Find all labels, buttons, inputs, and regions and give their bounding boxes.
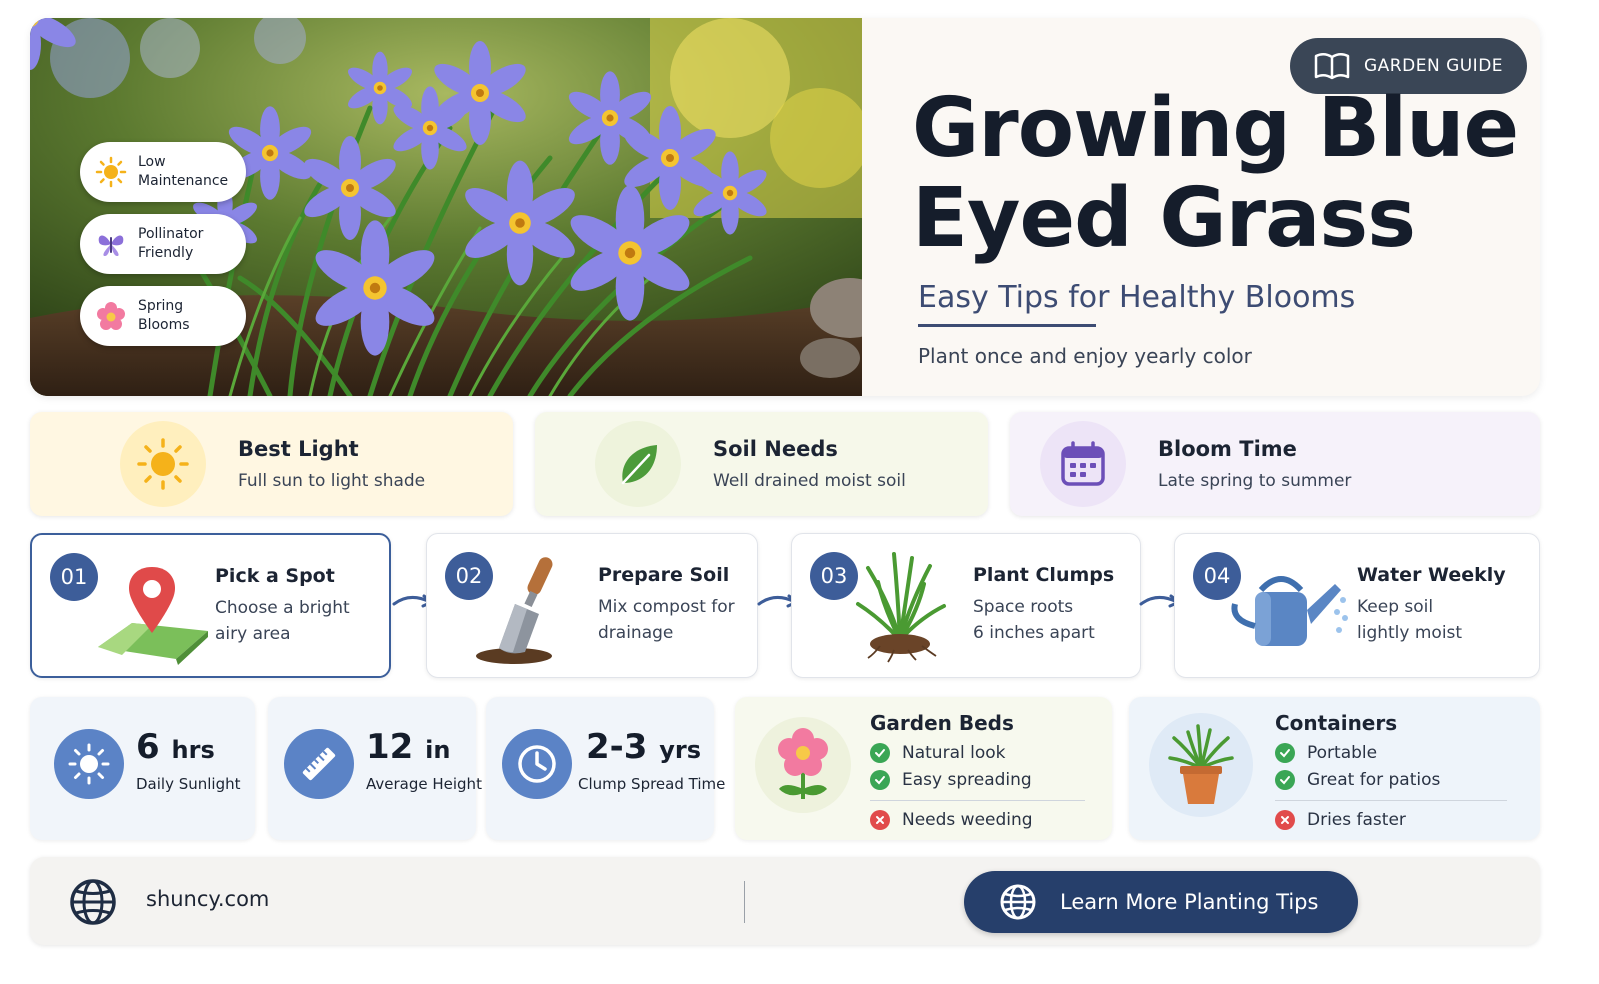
info-soil-needs: Soil Needs Well drained moist soil xyxy=(535,412,988,516)
stat-label: Clump Spread Time xyxy=(578,775,726,793)
info-desc: Late spring to summer xyxy=(1158,471,1352,491)
footer: shuncy.com Learn More Planting Tips xyxy=(30,857,1540,945)
info-title: Bloom Time xyxy=(1158,437,1297,461)
badge-pollinator-friendly: Pollinator Friendly xyxy=(80,214,246,274)
divider xyxy=(744,881,745,923)
page-title: Growing Blue Eyed Grass xyxy=(912,81,1519,266)
pro-item: Natural look xyxy=(870,743,1005,763)
divider xyxy=(870,800,1085,801)
stat-clump-spread-time: 2-3 yrs Clump Spread Time xyxy=(486,697,725,840)
leaf-icon xyxy=(595,421,681,507)
compare-garden-beds: Garden Beds Natural look Easy spreading … xyxy=(735,697,1112,840)
map-pin-icon xyxy=(92,559,212,673)
cross-icon xyxy=(870,810,890,830)
check-icon xyxy=(1275,743,1295,763)
stat-average-height: 12 in Average Height xyxy=(268,697,482,840)
sun-icon xyxy=(94,155,128,189)
page-subtitle: Easy Tips for Healthy Blooms xyxy=(918,280,1356,315)
step-water-weekly: 04 Water Weekly Keep soil lightly moist xyxy=(1174,533,1540,678)
check-icon xyxy=(870,743,890,763)
watering-can-icon xyxy=(1231,560,1351,664)
sun-icon xyxy=(120,421,206,507)
butterfly-icon xyxy=(94,227,128,261)
stat-value: 2-3 yrs xyxy=(586,727,702,767)
stat-daily-sunlight: 6 hrs Daily Sunlight xyxy=(30,697,255,840)
compare-title: Containers xyxy=(1275,711,1398,735)
calendar-icon xyxy=(1040,421,1126,507)
stat-value: 6 hrs xyxy=(136,727,215,767)
site-link[interactable]: shuncy.com xyxy=(146,887,269,911)
sun-icon xyxy=(54,729,124,799)
tagline: Plant once and enjoy yearly color xyxy=(918,344,1252,368)
badge-low-maintenance: Low Maintenance xyxy=(80,142,246,202)
learn-more-button[interactable]: Learn More Planting Tips xyxy=(964,871,1358,933)
info-desc: Full sun to light shade xyxy=(238,471,426,491)
clock-icon xyxy=(502,729,572,799)
check-icon xyxy=(870,770,890,790)
con-item: Dries faster xyxy=(1275,810,1406,830)
badge-label: Pollinator Friendly xyxy=(138,226,204,261)
cta-label: Learn More Planting Tips xyxy=(1060,890,1319,914)
ruler-icon xyxy=(284,729,354,799)
step-prepare-soil: 02 Prepare Soil Mix compost for drainage xyxy=(426,533,758,678)
info-best-light: Best Light Full sun to light shade xyxy=(30,412,513,516)
step-desc: Choose a bright airy area xyxy=(215,598,350,644)
divider xyxy=(1275,800,1507,801)
cross-icon xyxy=(1275,810,1295,830)
step-pick-a-spot: 01 Pick a Spot Choose a bright airy area xyxy=(30,533,391,678)
badge-spring-blooms: Spring Blooms xyxy=(80,286,246,346)
book-icon xyxy=(1314,53,1350,80)
potted-plant-icon xyxy=(1149,713,1253,817)
compare-containers: Containers Portable Great for patios Dri… xyxy=(1129,697,1540,840)
globe-icon xyxy=(68,877,118,931)
info-title: Soil Needs xyxy=(713,437,838,461)
step-desc: Keep soil lightly moist xyxy=(1357,597,1463,643)
badge-label: Spring Blooms xyxy=(138,298,190,333)
garden-guide-label: GARDEN GUIDE xyxy=(1364,56,1504,76)
globe-icon xyxy=(1000,884,1036,920)
step-title: Prepare Soil xyxy=(598,564,730,586)
subtitle-underline xyxy=(918,324,1096,327)
badge-label: Low Maintenance xyxy=(138,154,229,189)
grass-clump-icon xyxy=(850,548,950,667)
compare-title: Garden Beds xyxy=(870,711,1014,735)
step-number: 01 xyxy=(50,553,98,601)
check-icon xyxy=(1275,770,1295,790)
con-item: Needs weeding xyxy=(870,810,1033,830)
info-bloom-time: Bloom Time Late spring to summer xyxy=(1010,412,1540,516)
flower-icon xyxy=(94,299,128,333)
step-title: Water Weekly xyxy=(1357,564,1506,586)
info-desc: Well drained moist soil xyxy=(713,471,906,491)
stat-label: Daily Sunlight xyxy=(136,775,241,793)
pro-item: Easy spreading xyxy=(870,770,1032,790)
hero-card: Low Maintenance Pollinator Friendly Spri… xyxy=(30,18,1540,396)
stat-label: Average Height xyxy=(366,775,482,793)
trowel-icon xyxy=(469,552,579,671)
step-desc: Mix compost for drainage xyxy=(598,597,735,643)
step-desc: Space roots 6 inches apart xyxy=(973,597,1095,643)
pro-item: Great for patios xyxy=(1275,770,1440,790)
step-plant-clumps: 03 Plant Clumps Space roots 6 inches apa… xyxy=(791,533,1141,678)
stat-value: 12 in xyxy=(366,727,451,767)
flower-icon xyxy=(755,717,851,813)
pro-item: Portable xyxy=(1275,743,1377,763)
info-title: Best Light xyxy=(238,437,359,461)
step-title: Plant Clumps xyxy=(973,564,1115,586)
step-title: Pick a Spot xyxy=(215,565,335,587)
